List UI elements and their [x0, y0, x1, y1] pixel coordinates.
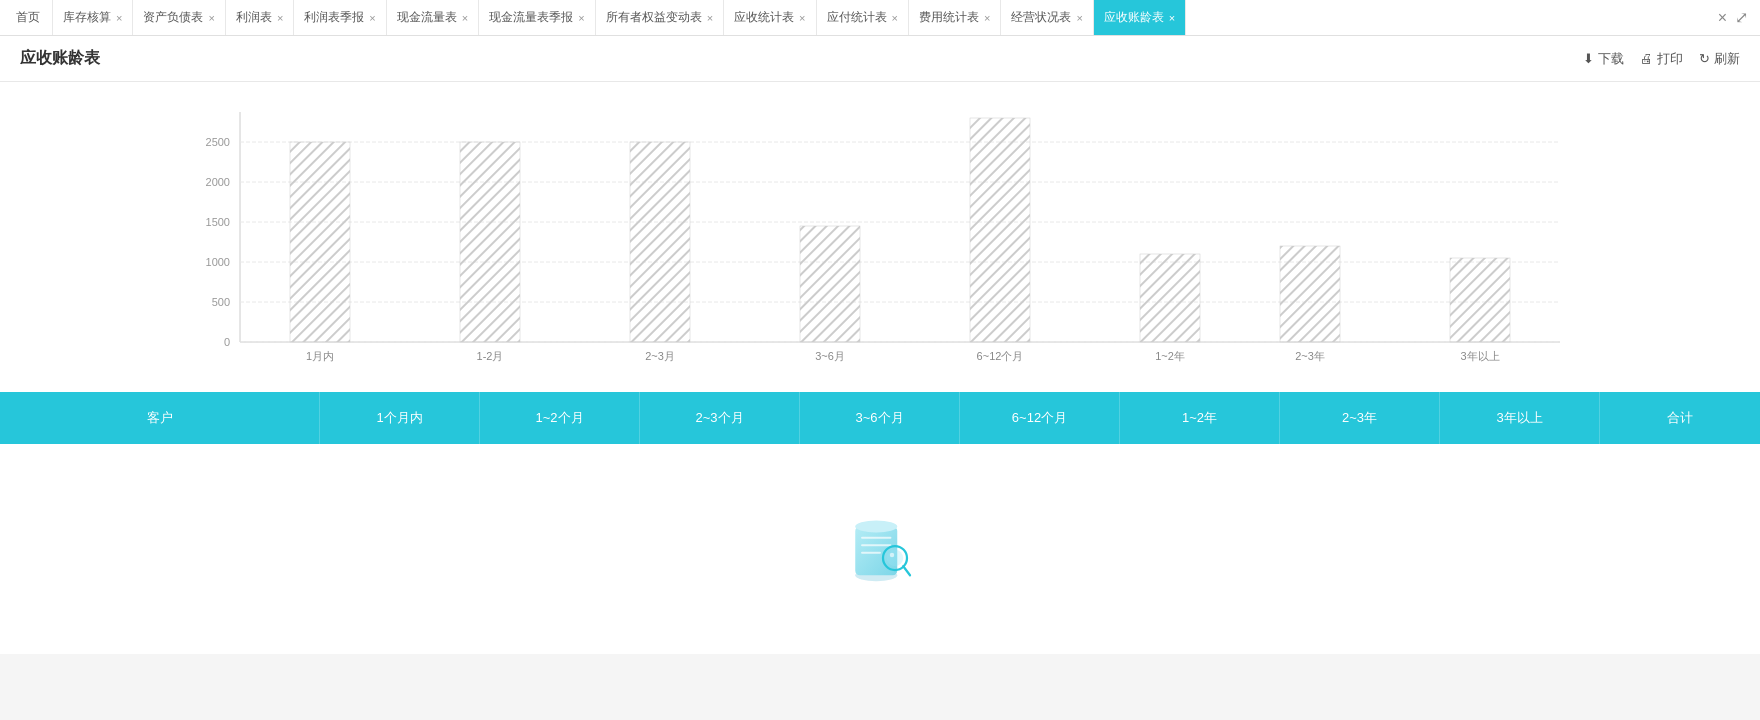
svg-point-33 [855, 521, 897, 533]
th-9: 合计 [1600, 392, 1760, 444]
svg-point-38 [887, 550, 904, 567]
refresh-icon: ↻ [1699, 51, 1710, 66]
svg-line-39 [903, 566, 910, 575]
tab-xjll[interactable]: 现金流量表 × [387, 0, 479, 36]
svg-text:2~3月: 2~3月 [645, 350, 675, 362]
tab-close-icon[interactable]: × [799, 12, 805, 24]
tab-label: 应收账龄表 [1104, 9, 1164, 26]
th-2: 1~2个月 [480, 392, 640, 444]
svg-text:0: 0 [224, 336, 230, 348]
tab-fytj[interactable]: 费用统计表 × [909, 0, 1001, 36]
tab-kucun[interactable]: 库存核算 × [53, 0, 133, 36]
tab-yszl[interactable]: 应收账龄表 × [1094, 0, 1186, 36]
tab-lrbjb[interactable]: 利润表季报 × [294, 0, 386, 36]
tab-label: 费用统计表 [919, 9, 979, 26]
tab-label: 资产负债表 [143, 9, 203, 26]
empty-state-icon [835, 504, 925, 594]
page-title: 应收账龄表 [20, 48, 100, 69]
tab-jyzk[interactable]: 经营状况表 × [1001, 0, 1093, 36]
tab-close-icon[interactable]: × [1169, 12, 1175, 24]
tab-close-icon[interactable]: × [892, 12, 898, 24]
svg-text:6~12个月: 6~12个月 [977, 350, 1024, 362]
tab-label: 所有者权益变动表 [606, 9, 702, 26]
header-actions: ⬇ 下载 🖨 打印 ↻ 刷新 [1583, 50, 1740, 68]
svg-rect-19 [630, 142, 690, 342]
tab-label: 库存核算 [63, 9, 111, 26]
print-icon: 🖨 [1640, 51, 1653, 66]
tab-label: 利润表 [236, 9, 272, 26]
tab-zcfz[interactable]: 资产负债表 × [133, 0, 225, 36]
table-header: 客户1个月内1~2个月2~3个月3~6个月6~12个月1~2年2~3年3年以上合… [0, 392, 1760, 444]
th-1: 1个月内 [320, 392, 480, 444]
tab-close-icon[interactable]: × [1076, 12, 1082, 24]
tab-close-icon[interactable]: × [369, 12, 375, 24]
svg-rect-27 [1280, 246, 1340, 342]
tab-close-icon[interactable]: × [277, 12, 283, 24]
refresh-label: 刷新 [1714, 50, 1740, 68]
empty-state [0, 444, 1760, 654]
tab-bar-end: × ⤢ [1718, 8, 1756, 27]
tab-label: 现金流量表 [397, 9, 457, 26]
th-0: 客户 [0, 392, 320, 444]
svg-text:1月内: 1月内 [306, 350, 334, 362]
svg-text:1~2年: 1~2年 [1155, 350, 1185, 362]
chart-area: 0 500 1000 1500 2000 2500 [0, 82, 1760, 392]
tab-close-icon[interactable]: × [578, 12, 584, 24]
tab-xjlljb[interactable]: 现金流量表季报 × [479, 0, 595, 36]
print-button[interactable]: 🖨 打印 [1640, 50, 1683, 68]
svg-text:3~6月: 3~6月 [815, 350, 845, 362]
tab-label: 利润表季报 [304, 9, 364, 26]
tab-home-label: 首页 [16, 9, 40, 26]
main-content: 0 500 1000 1500 2000 2500 [0, 82, 1760, 654]
tab-label: 现金流量表季报 [489, 9, 573, 26]
bar-chart: 0 500 1000 1500 2000 2500 [40, 102, 1720, 382]
svg-text:2~3年: 2~3年 [1295, 350, 1325, 362]
th-8: 3年以上 [1440, 392, 1600, 444]
svg-rect-25 [1140, 254, 1200, 342]
svg-text:2000: 2000 [206, 176, 230, 188]
svg-text:1-2月: 1-2月 [477, 350, 504, 362]
download-label: 下载 [1598, 50, 1624, 68]
download-button[interactable]: ⬇ 下载 [1583, 50, 1624, 68]
svg-rect-15 [290, 142, 350, 342]
th-5: 6~12个月 [960, 392, 1120, 444]
svg-rect-17 [460, 142, 520, 342]
tab-close-icon[interactable]: × [462, 12, 468, 24]
refresh-button[interactable]: ↻ 刷新 [1699, 50, 1740, 68]
tab-yftj[interactable]: 应付统计表 × [817, 0, 909, 36]
svg-text:3年以上: 3年以上 [1460, 350, 1499, 362]
close-window-icon[interactable]: × [1718, 9, 1727, 27]
svg-rect-21 [800, 226, 860, 342]
print-label: 打印 [1657, 50, 1683, 68]
tab-label: 应付统计表 [827, 9, 887, 26]
tab-label: 应收统计表 [734, 9, 794, 26]
tab-ystj[interactable]: 应收统计表 × [724, 0, 816, 36]
th-7: 2~3年 [1280, 392, 1440, 444]
tab-close-icon[interactable]: × [116, 12, 122, 24]
svg-point-40 [890, 553, 895, 558]
chart-container: 0 500 1000 1500 2000 2500 [40, 102, 1720, 382]
tab-home[interactable]: 首页 [4, 0, 53, 36]
tab-bar: 首页 库存核算×资产负债表×利润表×利润表季报×现金流量表×现金流量表季报×所有… [0, 0, 1760, 36]
tab-close-icon[interactable]: × [984, 12, 990, 24]
tab-syzqy[interactable]: 所有者权益变动表 × [596, 0, 724, 36]
tab-lrb[interactable]: 利润表 × [226, 0, 294, 36]
th-4: 3~6个月 [800, 392, 960, 444]
th-3: 2~3个月 [640, 392, 800, 444]
svg-text:1500: 1500 [206, 216, 230, 228]
svg-text:1000: 1000 [206, 256, 230, 268]
download-icon: ⬇ [1583, 51, 1594, 66]
svg-text:2500: 2500 [206, 136, 230, 148]
svg-text:500: 500 [212, 296, 230, 308]
page-header: 应收账龄表 ⬇ 下载 🖨 打印 ↻ 刷新 [0, 36, 1760, 82]
tab-close-icon[interactable]: × [707, 12, 713, 24]
th-6: 1~2年 [1120, 392, 1280, 444]
svg-rect-29 [1450, 258, 1510, 342]
tab-label: 经营状况表 [1011, 9, 1071, 26]
tab-close-icon[interactable]: × [208, 12, 214, 24]
maximize-window-icon[interactable]: ⤢ [1735, 8, 1748, 27]
svg-rect-23 [970, 118, 1030, 342]
